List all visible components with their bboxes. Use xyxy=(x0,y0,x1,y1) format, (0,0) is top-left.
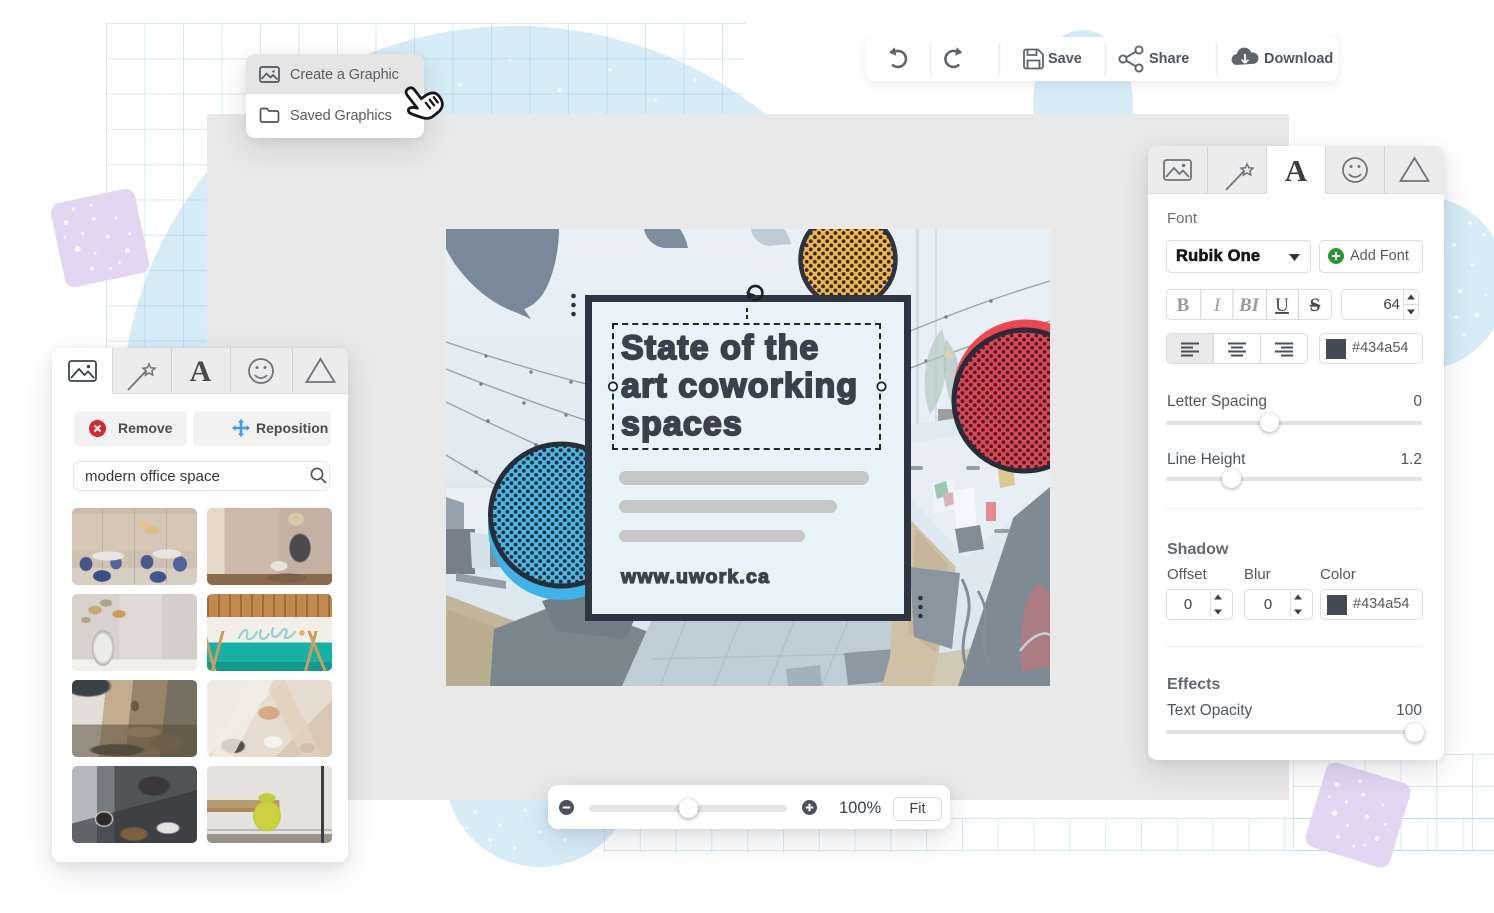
svg-text:A: A xyxy=(190,355,212,388)
svg-text:I: I xyxy=(1213,295,1222,316)
svg-text:U: U xyxy=(1275,295,1289,316)
svg-text:S: S xyxy=(1310,295,1321,316)
svg-text:A: A xyxy=(1285,153,1308,188)
svg-text:BI: BI xyxy=(1238,295,1260,316)
svg-text:B: B xyxy=(1177,295,1190,316)
